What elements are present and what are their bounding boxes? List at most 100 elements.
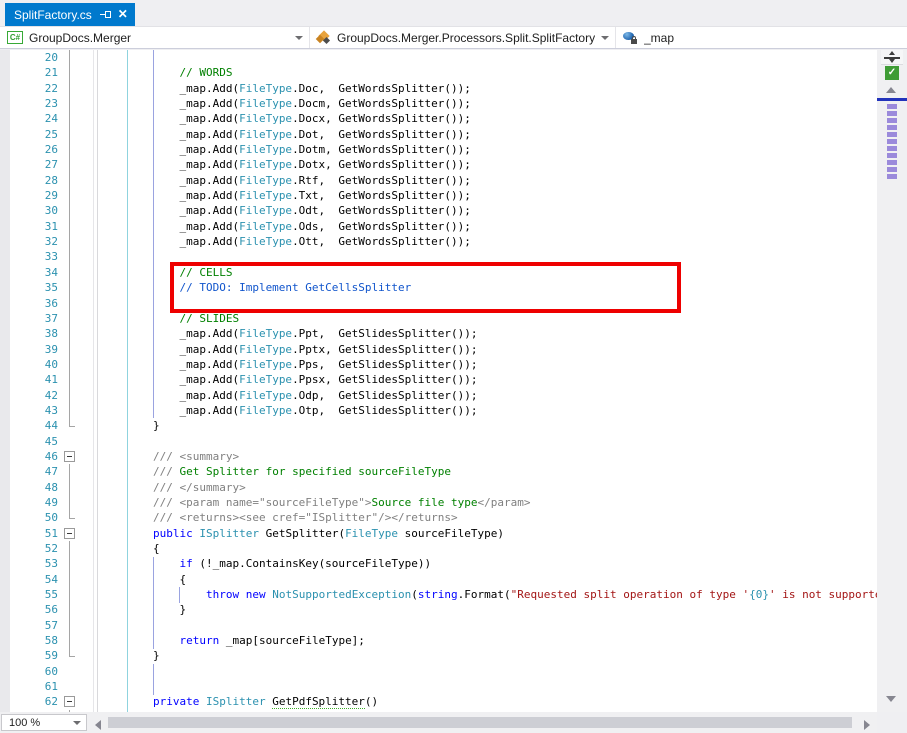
code-text: public ISplitter GetSplitter(FileType so…: [152, 526, 505, 540]
outline-margin: [58, 648, 100, 663]
code-line[interactable]: 60: [0, 664, 877, 679]
code-line[interactable]: 31 _map.Add(FileType.Ods, GetWordsSplitt…: [0, 218, 877, 235]
scroll-left-arrow-icon[interactable]: [95, 720, 101, 730]
code-line[interactable]: 49 /// <param name="sourceFileType">Sour…: [0, 494, 877, 511]
code-text: // SLIDES: [100, 311, 240, 325]
scrollbar-mark: [887, 104, 897, 109]
code-text: _map.Add(FileType.Docm, GetWordsSplitter…: [100, 97, 471, 111]
code-line[interactable]: 51 public ISplitter GetSplitter(FileType…: [0, 526, 877, 541]
outline-margin: [58, 218, 100, 235]
scroll-right-arrow-icon[interactable]: [864, 720, 870, 730]
pin-icon[interactable]: [99, 9, 111, 20]
code-line[interactable]: 50 /// <returns><see cref="ISplitter"/><…: [0, 510, 877, 525]
scrollbar-mark: [887, 167, 897, 172]
scroll-down-arrow-icon[interactable]: [886, 696, 896, 702]
code-line[interactable]: 46 /// <summary>: [0, 449, 877, 464]
code-line[interactable]: 43 _map.Add(FileType.Otp, GetSlidesSplit…: [0, 402, 877, 419]
code-line[interactable]: 40 _map.Add(FileType.Pps, GetSlidesSplit…: [0, 356, 877, 373]
line-number: 55: [44, 588, 58, 602]
code-line[interactable]: 48 /// </summary>: [0, 479, 877, 495]
code-line[interactable]: 61: [0, 679, 877, 694]
line-number: 28: [44, 173, 58, 187]
outline-margin: [58, 172, 100, 189]
horizontal-scroll-thumb[interactable]: [108, 717, 852, 728]
code-line[interactable]: 52 {: [0, 541, 877, 557]
code-line[interactable]: 59 }: [0, 648, 877, 663]
scroll-up-arrow-icon[interactable]: [886, 87, 896, 93]
chevron-down-icon[interactable]: [295, 35, 303, 40]
code-line[interactable]: 38 _map.Add(FileType.Ppt, GetSlidesSplit…: [0, 326, 877, 342]
indent-guide: [152, 556, 154, 649]
code-line[interactable]: 44 }: [0, 418, 877, 433]
split-window-grip-icon[interactable]: [881, 50, 903, 65]
code-line[interactable]: 29 _map.Add(FileType.Txt, GetWordsSplitt…: [0, 188, 877, 204]
code-line[interactable]: 55 throw new NotSupportedException(strin…: [0, 587, 877, 603]
type-dropdown[interactable]: GroupDocs.Merger.Processors.Split.SplitF…: [310, 27, 616, 48]
code-line[interactable]: 57: [0, 617, 877, 634]
code-line[interactable]: 23 _map.Add(FileType.Docm, GetWordsSplit…: [0, 96, 877, 112]
member-dropdown-label: _map: [644, 30, 675, 45]
code-line[interactable]: 28 _map.Add(FileType.Rtf, GetWordsSplitt…: [0, 172, 877, 189]
code-line[interactable]: 45: [0, 434, 877, 449]
line-number: 48: [44, 480, 58, 494]
outline-margin: [58, 587, 100, 603]
code-line[interactable]: 62 private ISplitter GetPdfSplitter(): [0, 694, 877, 710]
code-text: {: [100, 542, 160, 555]
code-text: /// <returns><see cref="ISplitter"/></re…: [100, 511, 458, 525]
line-number: 40: [44, 357, 58, 371]
outline-margin: [58, 434, 100, 449]
code-line[interactable]: 25 _map.Add(FileType.Dot, GetWordsSplitt…: [0, 126, 877, 143]
code-text: return _map[sourceFileType];: [179, 634, 365, 648]
tab-splitfactory[interactable]: SplitFactory.cs ✕: [5, 3, 135, 26]
member-dropdown[interactable]: _map: [616, 27, 907, 48]
vertical-scrollbar[interactable]: ✓: [877, 50, 907, 712]
close-icon[interactable]: ✕: [118, 8, 128, 20]
project-dropdown[interactable]: C# GroupDocs.Merger: [0, 27, 310, 48]
code-line[interactable]: 53 if (!_map.ContainsKey(sourceFileType)…: [0, 556, 877, 572]
line-number: 56: [44, 603, 58, 617]
tab-strip: SplitFactory.cs ✕: [0, 0, 907, 26]
code-line[interactable]: 54 {: [0, 571, 877, 588]
horizontal-scrollbar[interactable]: 100 %: [0, 712, 877, 733]
code-text: private ISplitter GetPdfSplitter(): [152, 695, 379, 710]
document-health-check-icon[interactable]: ✓: [885, 66, 899, 80]
scrollbar-change-marks: [887, 104, 897, 181]
code-text: }: [100, 603, 187, 617]
code-line[interactable]: 27 _map.Add(FileType.Dotx, GetWordsSplit…: [0, 157, 877, 173]
collapse-region-icon[interactable]: [64, 696, 75, 708]
code-line[interactable]: 32 _map.Add(FileType.Ott, GetWordsSplitt…: [0, 234, 877, 250]
code-line[interactable]: 58 return _map[sourceFileType];: [0, 633, 877, 649]
code-line[interactable]: 39 _map.Add(FileType.Pptx, GetSlidesSpli…: [0, 341, 877, 357]
code-line[interactable]: 42 _map.Add(FileType.Odp, GetSlidesSplit…: [0, 387, 877, 403]
chevron-down-icon[interactable]: [601, 35, 609, 40]
chevron-down-icon[interactable]: [73, 720, 81, 725]
code-line[interactable]: 56 }: [0, 602, 877, 618]
code-line[interactable]: 47 /// Get Splitter for specified source…: [0, 464, 877, 480]
code-line[interactable]: 26 _map.Add(FileType.Dotm, GetWordsSplit…: [0, 142, 877, 158]
line-number: 41: [44, 373, 58, 387]
outline-margin: [58, 541, 100, 557]
code-line[interactable]: 24 _map.Add(FileType.Docx, GetWordsSplit…: [0, 111, 877, 127]
code-line[interactable]: 37 // SLIDES: [0, 310, 877, 327]
code-line[interactable]: 30 _map.Add(FileType.Odt, GetWordsSplitt…: [0, 203, 877, 219]
code-text: /// Get Splitter for specified sourceFil…: [100, 465, 452, 479]
outline-margin: [58, 264, 100, 281]
scrollbar-mark: [887, 160, 897, 165]
code-text: /// <param name="sourceFileType">Source …: [100, 495, 531, 509]
code-line[interactable]: 21 // WORDS: [0, 65, 877, 81]
code-line[interactable]: 22 _map.Add(FileType.Doc, GetWordsSplitt…: [0, 80, 877, 97]
collapse-region-icon[interactable]: [64, 527, 75, 539]
line-number: 29: [44, 189, 58, 203]
line-number: 43: [44, 403, 58, 417]
code-line[interactable]: 20: [0, 50, 877, 66]
collapse-region-icon[interactable]: [64, 450, 75, 462]
outline-margin: [58, 65, 100, 81]
line-number: 38: [44, 327, 58, 341]
vs-editor-window: SplitFactory.cs ✕ C# GroupDocs.Merger Gr…: [0, 0, 907, 733]
code-line[interactable]: 41 _map.Add(FileType.Ppsx, GetSlidesSpli…: [0, 372, 877, 388]
code-area[interactable]: 20 21 // WORDS 22 _map.Add(FileType.Doc, G…: [0, 50, 877, 712]
zoom-level-dropdown[interactable]: 100 %: [1, 714, 87, 731]
outline-margin: [58, 188, 100, 204]
scrollbar-mark: [887, 174, 897, 179]
outline-margin: [58, 449, 100, 464]
